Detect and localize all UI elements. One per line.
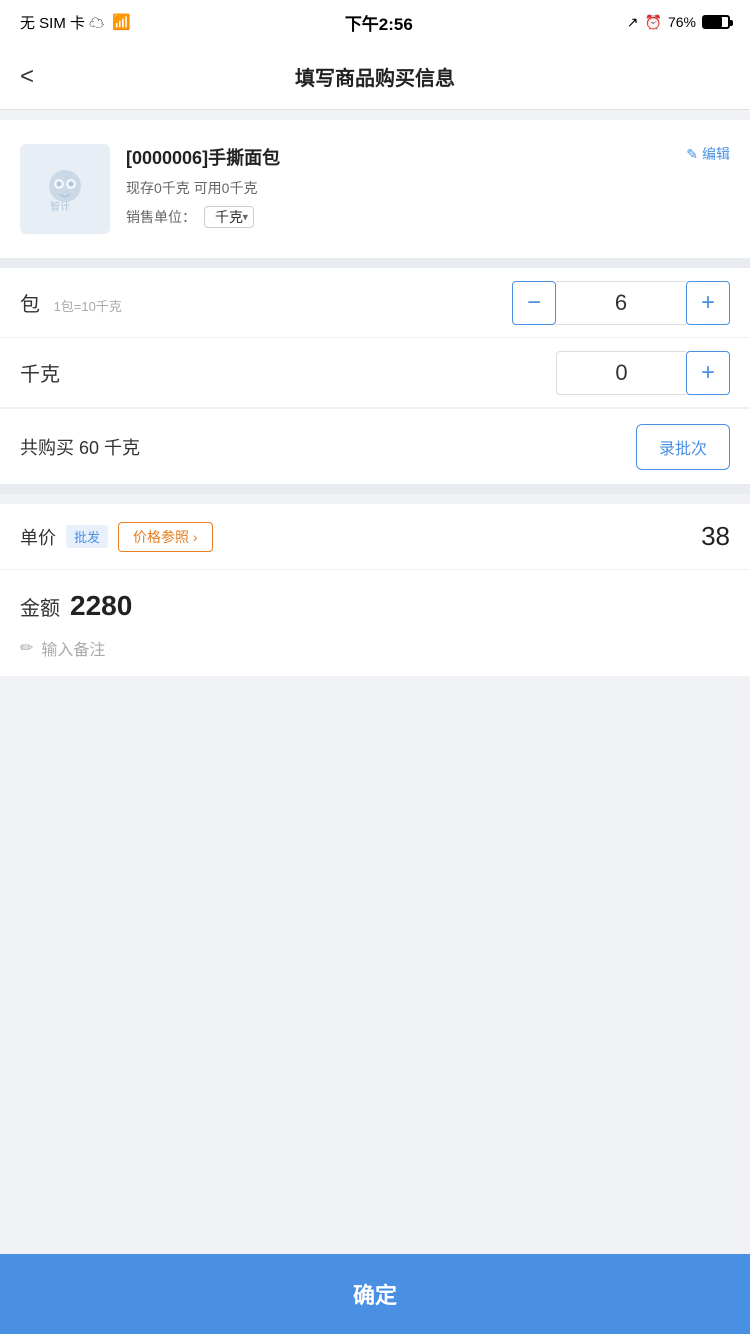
battery-icon <box>702 15 730 29</box>
status-bar: 无 SIM 卡 ☁ 📶 下午2:56 ↗ ⏰ 76% <box>0 0 750 44</box>
sim-label: 无 SIM 卡 ☁ <box>20 12 104 33</box>
nav-bar: < 填写商品购买信息 <box>0 44 750 110</box>
price-label: 单价 <box>20 524 56 550</box>
price-value: 38 <box>701 521 730 552</box>
product-card: 智计 [0000006]手撕面包 现存0千克 可用0千克 销售单位： 千克 包 … <box>0 120 750 258</box>
product-image: 智计 <box>20 144 110 234</box>
total-label: 共购买 60 千克 <box>20 434 636 460</box>
location-icon: ↗ <box>627 14 639 31</box>
content-spacer <box>0 676 750 1026</box>
amount-label: 金额 <box>20 592 60 621</box>
price-row: 单价 批发 价格参照 › 38 <box>0 504 750 570</box>
battery-percent: 76% <box>668 14 696 30</box>
kg-label: 千克 <box>20 358 556 387</box>
amount-row: 金额 2280 <box>20 590 730 622</box>
svg-text:智计: 智计 <box>50 200 70 213</box>
amount-value: 2280 <box>70 590 132 622</box>
alarm-icon: ⏰ <box>645 14 662 31</box>
price-section: 单价 批发 价格参照 › 38 <box>0 504 750 570</box>
quantity-section: 包 1包=10千克 − + 千克 + <box>0 268 750 408</box>
product-stock: 现存0千克 可用0千克 <box>126 178 730 198</box>
separator-2 <box>0 484 750 494</box>
package-input[interactable] <box>556 281 686 325</box>
package-sublabel: 1包=10千克 <box>54 299 122 314</box>
product-unit: 销售单位： 千克 包 <box>126 206 730 228</box>
note-placeholder: 输入备注 <box>41 636 105 660</box>
kg-controls: + <box>556 351 730 395</box>
product-info: [0000006]手撕面包 现存0千克 可用0千克 销售单位： 千克 包 <box>126 144 730 228</box>
price-tag: 批发 <box>66 525 108 548</box>
separator-1 <box>0 258 750 268</box>
amount-section: 金额 2280 ✏ 输入备注 <box>0 570 750 676</box>
package-row: 包 1包=10千克 − + <box>0 268 750 338</box>
note-row[interactable]: ✏ 输入备注 <box>20 636 730 660</box>
price-ref-button[interactable]: 价格参照 › <box>118 522 213 552</box>
back-button[interactable]: < <box>20 63 34 91</box>
total-row: 共购买 60 千克 录批次 <box>0 408 750 484</box>
package-minus-button[interactable]: − <box>512 281 556 325</box>
status-time: 下午2:56 <box>345 10 413 35</box>
kg-row: 千克 + <box>0 338 750 408</box>
kg-plus-button[interactable]: + <box>686 351 730 395</box>
package-plus-button[interactable]: + <box>686 281 730 325</box>
record-batch-button[interactable]: 录批次 <box>636 424 730 470</box>
page-title: 填写商品购买信息 <box>295 62 455 91</box>
wifi-icon: 📶 <box>112 13 131 31</box>
product-name: [0000006]手撕面包 <box>126 144 730 170</box>
package-label: 包 1包=10千克 <box>20 288 512 317</box>
unit-select[interactable]: 千克 包 <box>204 206 254 228</box>
confirm-button[interactable]: 确定 <box>0 1254 750 1334</box>
package-controls: − + <box>512 281 730 325</box>
kg-input[interactable] <box>556 351 686 395</box>
unit-select-wrap[interactable]: 千克 包 <box>204 206 254 228</box>
status-left: 无 SIM 卡 ☁ 📶 <box>20 12 131 33</box>
edit-button[interactable]: ✎ 编辑 <box>686 144 730 164</box>
pencil-icon: ✏ <box>20 638 33 658</box>
status-right: ↗ ⏰ 76% <box>627 14 730 31</box>
